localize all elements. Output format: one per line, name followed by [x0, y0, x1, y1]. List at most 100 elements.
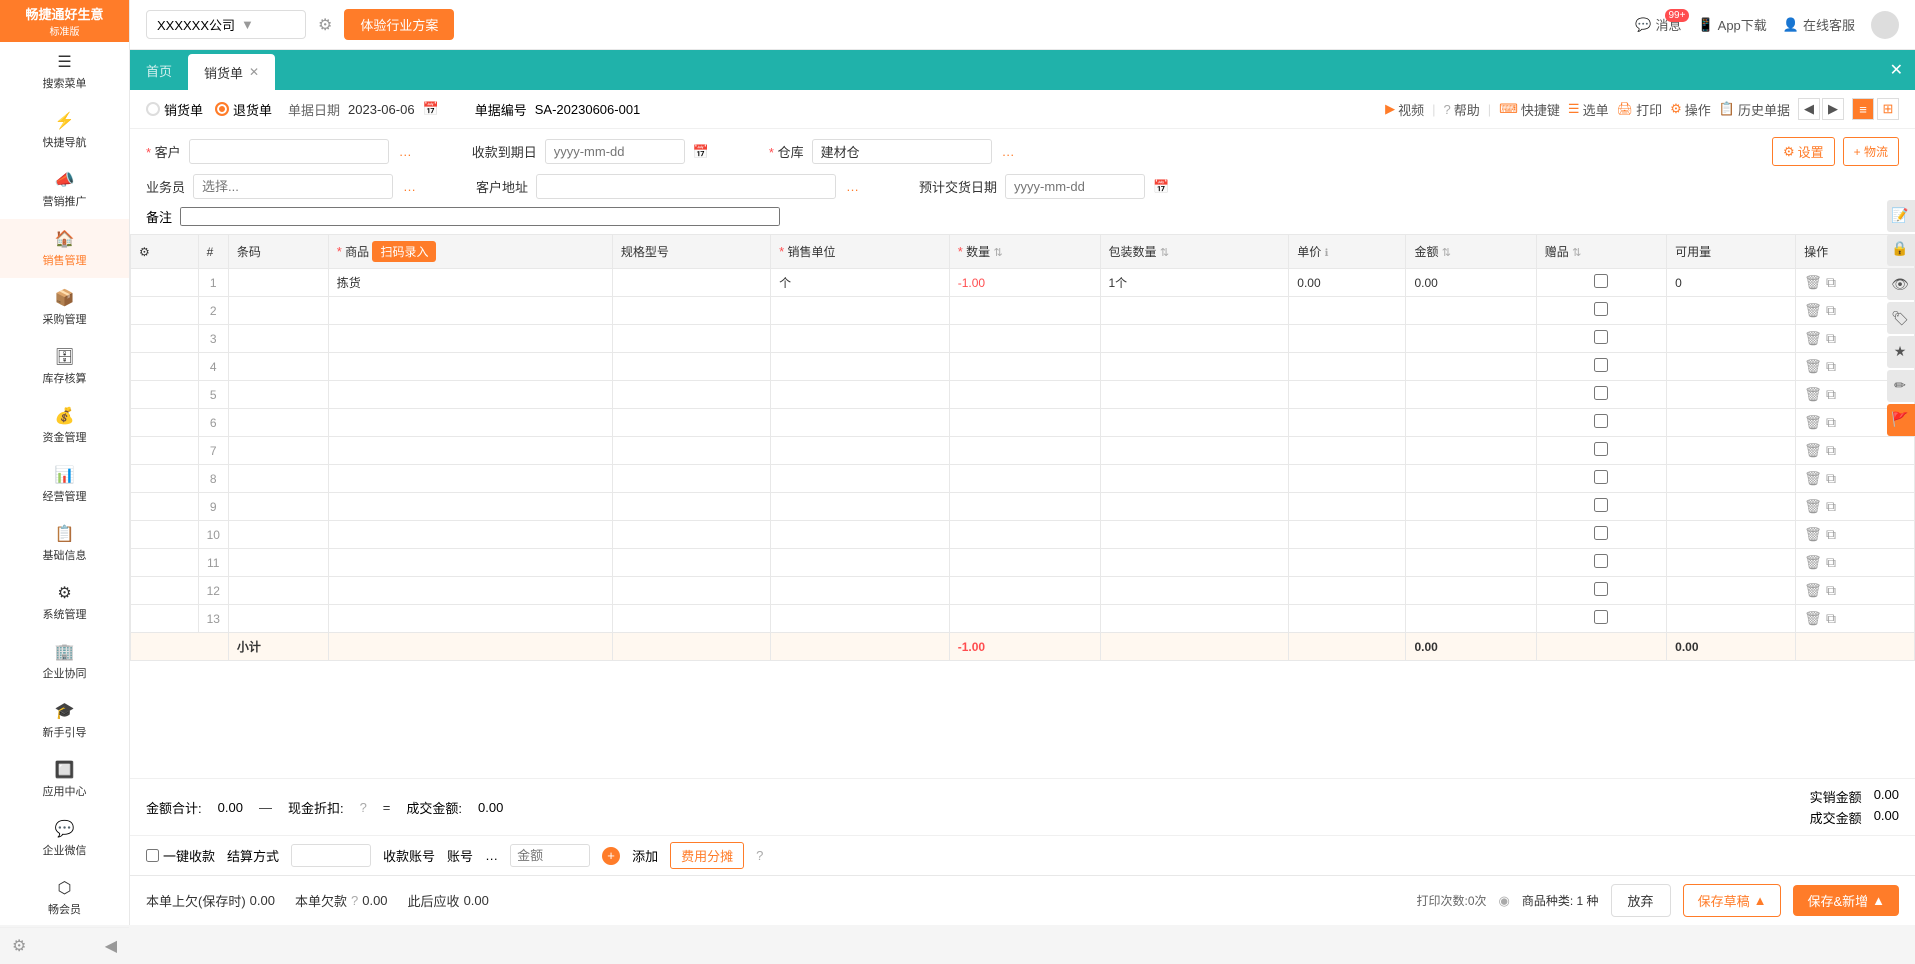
cell-spec-1[interactable] — [612, 297, 770, 325]
copy-icon-12[interactable]: ⧉ — [1826, 610, 1836, 627]
cell-amount-3[interactable] — [1406, 353, 1536, 381]
flow-button[interactable]: + 物流 — [1843, 137, 1899, 166]
cell-product-4[interactable] — [328, 381, 612, 409]
cell-qty-10[interactable] — [949, 549, 1100, 577]
cell-qty-0[interactable]: -1.00 — [949, 269, 1100, 297]
cell-unit-3[interactable] — [771, 353, 950, 381]
cell-gift-10[interactable] — [1536, 549, 1666, 577]
cell-product-12[interactable] — [328, 605, 612, 633]
delete-icon-11[interactable]: 🗑 — [1804, 582, 1822, 599]
delete-icon-12[interactable]: 🗑 — [1804, 610, 1822, 627]
cell-price-3[interactable] — [1289, 353, 1406, 381]
cell-unit-11[interactable] — [771, 577, 950, 605]
cell-price-0[interactable]: 0.00 — [1289, 269, 1406, 297]
payment-date-calendar-icon[interactable]: 📅 — [693, 144, 709, 160]
delete-icon-5[interactable]: 🗑 — [1804, 414, 1822, 431]
discount-help-icon[interactable]: ? — [360, 800, 367, 815]
right-lock-btn[interactable]: 🔒 — [1887, 234, 1915, 266]
cell-product-5[interactable] — [328, 409, 612, 437]
sidebar-item-inventory[interactable]: 🗄库存核算 — [0, 337, 129, 396]
tab-close-sales-order[interactable]: ✕ — [249, 65, 259, 79]
company-select[interactable]: XXXXXX公司 ▼ — [146, 10, 306, 39]
sidebar-item-finance[interactable]: 💰资金管理 — [0, 396, 129, 455]
cell-pkg-qty-10[interactable] — [1100, 549, 1289, 577]
cell-unit-1[interactable] — [771, 297, 950, 325]
add-payment-button[interactable]: + — [602, 847, 620, 865]
sidebar-item-base[interactable]: 📋基础信息 — [0, 514, 129, 573]
cell-amount-4[interactable] — [1406, 381, 1536, 409]
sidebar-item-search[interactable]: ☰搜索菜单 — [0, 42, 129, 101]
cell-unit-0[interactable]: 个 — [771, 269, 950, 297]
operation-action[interactable]: ⚙ 操作 — [1670, 100, 1711, 119]
sidebar-item-quick-nav[interactable]: ⚡快捷导航 — [0, 101, 129, 160]
cell-barcode-8[interactable] — [228, 493, 328, 521]
cell-gift-3[interactable] — [1536, 353, 1666, 381]
cell-amount-7[interactable] — [1406, 465, 1536, 493]
cell-price-12[interactable] — [1289, 605, 1406, 633]
cell-amount-8[interactable] — [1406, 493, 1536, 521]
copy-icon-3[interactable]: ⧉ — [1826, 358, 1836, 375]
cell-spec-11[interactable] — [612, 577, 770, 605]
list-view-button[interactable]: ≡ — [1852, 98, 1874, 120]
copy-icon-6[interactable]: ⧉ — [1826, 442, 1836, 459]
right-edit-btn[interactable]: ✏ — [1887, 370, 1915, 402]
collapse-icon[interactable]: ◀ — [105, 936, 117, 956]
tab-home[interactable]: 首页 — [130, 50, 188, 90]
sidebar-item-guide[interactable]: 🎓新手引导 — [0, 691, 129, 750]
gear-button[interactable]: ⚙ — [318, 15, 332, 35]
cell-pkg-qty-6[interactable] — [1100, 437, 1289, 465]
cell-product-7[interactable] — [328, 465, 612, 493]
gift-checkbox-7[interactable] — [1594, 470, 1608, 484]
cell-barcode-7[interactable] — [228, 465, 328, 493]
cell-pkg-qty-0[interactable]: 1个 — [1100, 269, 1289, 297]
salesperson-more-icon[interactable]: … — [403, 179, 416, 194]
copy-icon-2[interactable]: ⧉ — [1826, 330, 1836, 347]
delivery-date-calendar-icon[interactable]: 📅 — [1153, 179, 1169, 195]
cell-gift-8[interactable] — [1536, 493, 1666, 521]
sidebar-item-member[interactable]: ⬡畅会员 — [0, 868, 129, 927]
gift-checkbox-4[interactable] — [1594, 386, 1608, 400]
cell-qty-9[interactable] — [949, 521, 1100, 549]
copy-icon-5[interactable]: ⧉ — [1826, 414, 1836, 431]
cell-product-10[interactable] — [328, 549, 612, 577]
warehouse-more-icon[interactable]: … — [1002, 144, 1015, 159]
radio-return-order[interactable]: 退货单 — [215, 100, 272, 119]
sidebar-item-apps[interactable]: 🔲应用中心 — [0, 750, 129, 809]
prev-button[interactable]: ◀ — [1798, 98, 1820, 120]
cell-amount-5[interactable] — [1406, 409, 1536, 437]
cell-price-11[interactable] — [1289, 577, 1406, 605]
cell-spec-10[interactable] — [612, 549, 770, 577]
cell-product-1[interactable] — [328, 297, 612, 325]
app-download-button[interactable]: 📱 App下载 — [1697, 15, 1766, 34]
tab-sales-order[interactable]: 销货单✕ — [188, 54, 275, 90]
cell-qty-1[interactable] — [949, 297, 1100, 325]
select-action[interactable]: ☰ 选单 — [1568, 100, 1609, 119]
sidebar-item-marketing[interactable]: 📣营销推广 — [0, 160, 129, 219]
cell-gift-11[interactable] — [1536, 577, 1666, 605]
cell-spec-8[interactable] — [612, 493, 770, 521]
cell-unit-10[interactable] — [771, 549, 950, 577]
shortcut-action[interactable]: ⌨ 快捷键 — [1499, 100, 1560, 119]
sidebar-item-system[interactable]: ⚙系统管理 — [0, 573, 129, 632]
cell-product-8[interactable] — [328, 493, 612, 521]
right-note-btn[interactable]: 📝 — [1887, 200, 1915, 232]
gift-checkbox-1[interactable] — [1594, 302, 1608, 316]
cell-spec-0[interactable] — [612, 269, 770, 297]
delete-icon-3[interactable]: 🗑 — [1804, 358, 1822, 375]
expense-split-button[interactable]: 费用分摊 — [670, 842, 744, 869]
cell-pkg-qty-11[interactable] — [1100, 577, 1289, 605]
payment-help-icon[interactable]: ? — [756, 848, 763, 863]
cell-qty-6[interactable] — [949, 437, 1100, 465]
one-click-payment-checkbox[interactable]: 一键收款 — [146, 846, 215, 865]
history-action[interactable]: 📋 历史单据 — [1719, 100, 1790, 119]
cell-qty-8[interactable] — [949, 493, 1100, 521]
one-click-payment-input[interactable] — [146, 849, 159, 862]
remark-input[interactable] — [180, 207, 780, 226]
sidebar-item-operation[interactable]: 📊经营管理 — [0, 455, 129, 514]
cell-unit-9[interactable] — [771, 521, 950, 549]
cell-gift-12[interactable] — [1536, 605, 1666, 633]
gift-checkbox-0[interactable] — [1594, 274, 1608, 288]
payment-date-input[interactable] — [545, 139, 685, 164]
cell-price-6[interactable] — [1289, 437, 1406, 465]
gift-checkbox-5[interactable] — [1594, 414, 1608, 428]
